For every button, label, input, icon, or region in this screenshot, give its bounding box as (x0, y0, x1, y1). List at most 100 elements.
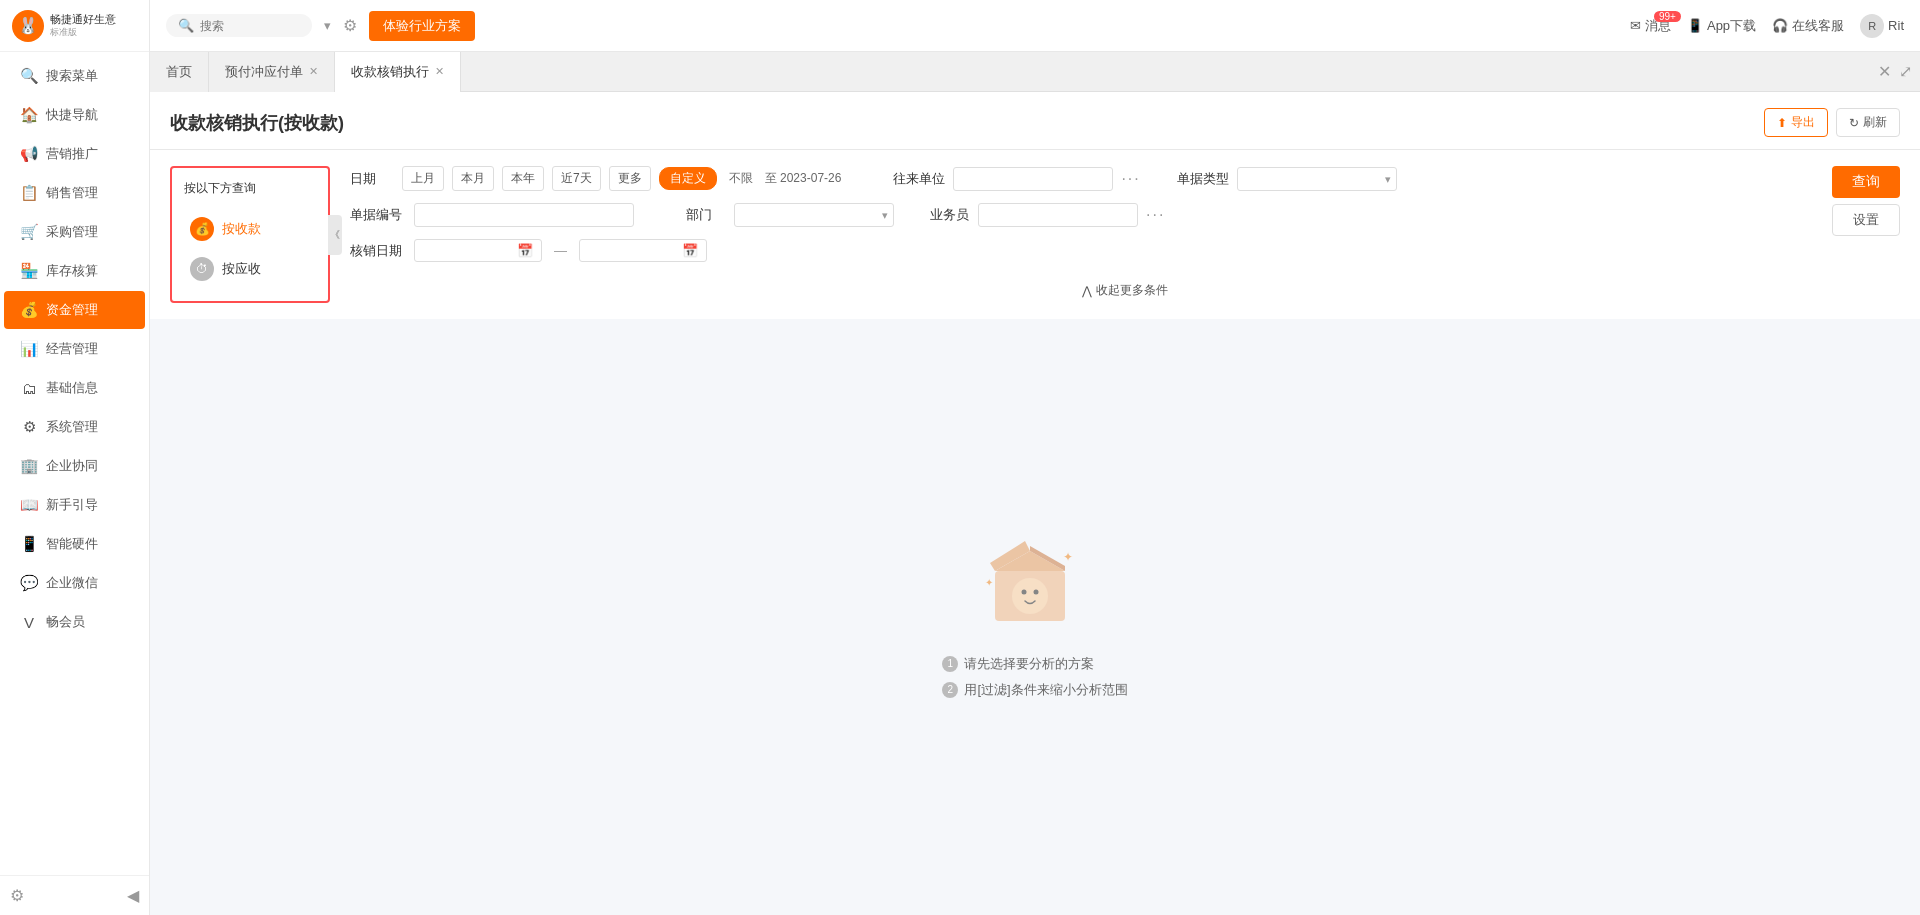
page-header: 收款核销执行(按收款) ⬆ 导出 ↻ 刷新 (150, 92, 1920, 150)
topbar-gear-icon[interactable]: ⚙ (343, 16, 357, 35)
sidebar-item-shortcut[interactable]: 🏠 快捷导航 (4, 96, 145, 134)
date-btn-this-year[interactable]: 本年 (502, 166, 544, 191)
verify-start-date-input[interactable]: 2023-03-01 📅 (414, 239, 542, 262)
counterpart-input[interactable] (953, 167, 1113, 191)
logo-area: 🐰 畅捷通好生意 标准版 (0, 0, 149, 52)
by-receipt-label: 按收款 (222, 220, 261, 238)
query-button[interactable]: 查询 (1832, 166, 1900, 198)
tab-close-all-icon[interactable]: ✕ (1878, 62, 1891, 81)
tab-prepay-close-icon[interactable]: ✕ (309, 65, 318, 78)
search-icon: 🔍 (20, 67, 38, 85)
dept-select[interactable] (734, 203, 894, 227)
tab-prepay[interactable]: 预付冲应付单 ✕ (209, 52, 335, 92)
tab-receipt-verify[interactable]: 收款核销执行 ✕ (335, 52, 461, 92)
bill-type-label: 单据类型 (1177, 170, 1229, 188)
date-quick-buttons: 上月 本月 本年 近7天 更多 自定义 (402, 166, 717, 191)
collapse-more-label: 收起更多条件 (1096, 282, 1168, 299)
svg-point-6 (1034, 590, 1039, 595)
collapse-sidebar-icon[interactable]: ◀ (127, 886, 139, 905)
topbar-search-input[interactable] (200, 19, 300, 33)
industry-solution-button[interactable]: 体验行业方案 (369, 11, 475, 41)
sidebar-item-operation[interactable]: 📊 经营管理 (4, 330, 145, 368)
verify-start-input[interactable]: 2023-03-01 (423, 244, 513, 258)
counterpart-more-icon[interactable]: ··· (1121, 170, 1140, 188)
counterpart-label: 往来单位 (893, 170, 945, 188)
sidebar-item-member[interactable]: V 畅会员 (4, 603, 145, 641)
date-to-text: 至 2023-07-26 (765, 170, 842, 187)
sidebar-item-finance[interactable]: 💰 资金管理 (4, 291, 145, 329)
date-btn-more[interactable]: 更多 (609, 166, 651, 191)
date-label: 日期 (350, 170, 390, 188)
sidebar-item-company[interactable]: 🏢 企业协同 (4, 447, 145, 485)
sidebar-item-label: 快捷导航 (46, 106, 98, 124)
dept-select-wrapper (734, 203, 894, 227)
date-btn-this-month[interactable]: 本月 (452, 166, 494, 191)
user-menu[interactable]: R Rit (1860, 14, 1904, 38)
settings-button[interactable]: 设置 (1832, 204, 1900, 236)
export-button[interactable]: ⬆ 导出 (1764, 108, 1828, 137)
sidebar-item-hardware[interactable]: 📱 智能硬件 (4, 525, 145, 563)
bill-no-input[interactable] (414, 203, 634, 227)
app-download-link[interactable]: 📱 App下载 (1687, 17, 1756, 35)
tab-expand-icon[interactable]: ⤢ (1899, 62, 1912, 81)
bill-no-label: 单据编号 (350, 206, 402, 224)
sidebar-item-system[interactable]: ⚙ 系统管理 (4, 408, 145, 446)
query-buttons-group: 查询 设置 (1832, 166, 1900, 236)
sidebar-item-purchase[interactable]: 🛒 采购管理 (4, 213, 145, 251)
topbar-dropdown-icon[interactable]: ▾ (324, 18, 331, 33)
verify-end-calendar-icon[interactable]: 📅 (682, 243, 698, 258)
sidebar-item-wechat[interactable]: 💬 企业微信 (4, 564, 145, 602)
verify-end-input[interactable]: 2023-07-21 (588, 244, 678, 258)
filter-sidebar-title: 按以下方查询 (184, 180, 316, 197)
verify-start-calendar-icon[interactable]: 📅 (517, 243, 533, 258)
sidebar: 🐰 畅捷通好生意 标准版 🔍 搜索菜单 🏠 快捷导航 📢 营销推广 📋 销售管理… (0, 0, 150, 915)
sidebar-item-inventory[interactable]: 🏪 库存核算 (4, 252, 145, 290)
topbar: 🔍 ▾ ⚙ 体验行业方案 ✉ 消息 99+ 📱 App下载 🎧 在线客服 R R… (150, 0, 1920, 52)
sidebar-item-label: 库存核算 (46, 262, 98, 280)
sidebar-item-guide[interactable]: 📖 新手引导 (4, 486, 145, 524)
sales-icon: 📋 (20, 184, 38, 202)
verify-end-date-input[interactable]: 2023-07-21 📅 (579, 239, 707, 262)
message-button[interactable]: ✉ 消息 99+ (1630, 17, 1671, 35)
svg-text:✦: ✦ (985, 577, 993, 588)
staff-more-icon[interactable]: ··· (1146, 206, 1165, 224)
settings-footer-icon[interactable]: ⚙ (10, 886, 24, 905)
bill-type-select[interactable] (1237, 167, 1397, 191)
sidebar-item-marketing[interactable]: 📢 营销推广 (4, 135, 145, 173)
tab-receipt-verify-close-icon[interactable]: ✕ (435, 65, 444, 78)
page-title: 收款核销执行(按收款) (170, 111, 344, 135)
date-btn-7days[interactable]: 近7天 (552, 166, 601, 191)
sidebar-item-label: 销售管理 (46, 184, 98, 202)
refresh-button[interactable]: ↻ 刷新 (1836, 108, 1900, 137)
filter-sidebar-collapse-button[interactable]: 《 (328, 215, 342, 255)
date-btn-custom[interactable]: 自定义 (659, 167, 717, 190)
topbar-search-box[interactable]: 🔍 (166, 14, 312, 37)
filter-option-by-receipt[interactable]: 💰 按收款 (184, 209, 316, 249)
empty-state: ✦ ✦ 1 请先选择要分析的方案 2 用[过滤]条件来缩小分析范围 (150, 319, 1920, 915)
tab-receipt-verify-label: 收款核销执行 (351, 63, 429, 81)
sidebar-item-label: 基础信息 (46, 379, 98, 397)
sidebar-item-label: 营销推广 (46, 145, 98, 163)
filter-option-by-receivable[interactable]: ⏱ 按应收 (184, 249, 316, 289)
sidebar-item-sales[interactable]: 📋 销售管理 (4, 174, 145, 212)
sidebar-item-search[interactable]: 🔍 搜索菜单 (4, 57, 145, 95)
collapse-icon: ⋀ (1082, 284, 1092, 298)
tip-num-1: 1 (942, 656, 958, 672)
user-avatar: R (1860, 14, 1884, 38)
topbar-right: ✉ 消息 99+ 📱 App下载 🎧 在线客服 R Rit (1630, 14, 1904, 38)
message-icon: ✉ (1630, 18, 1641, 33)
tab-home[interactable]: 首页 (150, 52, 209, 92)
sidebar-item-label: 系统管理 (46, 418, 98, 436)
sidebar-nav: 🔍 搜索菜单 🏠 快捷导航 📢 营销推广 📋 销售管理 🛒 采购管理 🏪 库存核… (0, 52, 149, 875)
app-icon: 📱 (1687, 18, 1703, 33)
sidebar-item-basic[interactable]: 🗂 基础信息 (4, 369, 145, 407)
sidebar-footer: ⚙ ◀ (0, 875, 149, 915)
online-service-link[interactable]: 🎧 在线客服 (1772, 17, 1844, 35)
date-no-limit-text: 不限 (729, 170, 753, 187)
operation-icon: 📊 (20, 340, 38, 358)
staff-input[interactable] (978, 203, 1138, 227)
collapse-more-button[interactable]: ⋀ 收起更多条件 (350, 276, 1900, 299)
tip-text-1: 请先选择要分析的方案 (964, 651, 1094, 677)
by-receipt-icon: 💰 (190, 217, 214, 241)
date-btn-last-month[interactable]: 上月 (402, 166, 444, 191)
